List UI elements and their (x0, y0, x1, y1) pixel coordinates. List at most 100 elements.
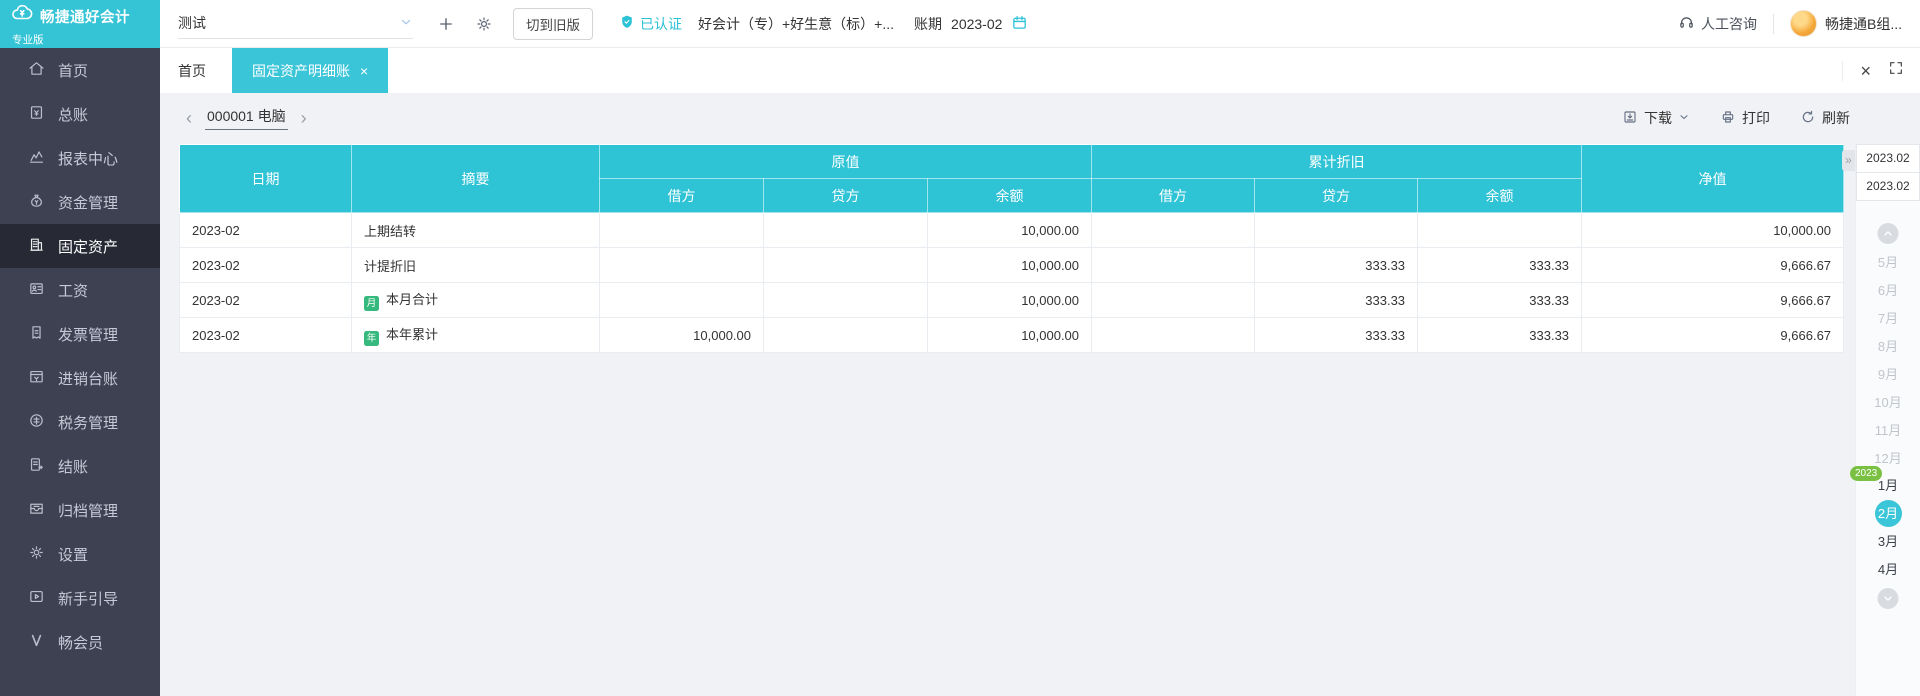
download-button[interactable]: 下载 (1622, 108, 1690, 128)
col-header-ov-debit: 借方 (599, 178, 764, 213)
cell-date: 2023-02 (179, 317, 352, 353)
certified-label: 已认证 (640, 15, 682, 32)
month-item[interactable]: 3月 (1856, 528, 1920, 556)
cell-ad-debit (1091, 317, 1256, 353)
asset-navigator: ‹ 000001 电脑 › (186, 106, 307, 130)
tab-close-icon[interactable]: × (360, 63, 368, 79)
month-item[interactable]: 11月 (1856, 417, 1920, 445)
cell-ad-balance: 333.33 (1417, 282, 1583, 318)
chart-icon (28, 148, 45, 169)
col-header-date: 日期 (179, 144, 352, 213)
sidebar-item-label: 固定资产 (58, 238, 119, 256)
col-header-summary: 摘要 (351, 144, 600, 213)
add-account-button[interactable] (437, 15, 455, 33)
fullscreen-icon[interactable] (1888, 60, 1904, 81)
support-button[interactable]: 人工咨询 (1678, 14, 1757, 34)
cell-ov-credit (763, 247, 928, 283)
month-item[interactable]: 6月 (1856, 277, 1920, 305)
table-row-month-total: 2023-02 月本月合计 10,000.00 333.33 333.33 9,… (179, 282, 1845, 318)
sidebar-item-label: 工资 (58, 282, 89, 300)
sidebar-item-member[interactable]: 畅会员 (0, 620, 160, 664)
sidebar-item-funds[interactable]: 资金管理 (0, 180, 160, 224)
content-area: ‹ 000001 电脑 › 下载 打印 刷新 日期 摘要 原值 累计折旧 净值 … (160, 93, 1920, 696)
scroll-up-icon[interactable] (1877, 223, 1899, 244)
sidebar-item-salary[interactable]: 工资 (0, 268, 160, 312)
month-item[interactable]: 8月 (1856, 333, 1920, 361)
period-value[interactable]: 2023-02 (951, 16, 1002, 32)
accounting-period: 账期 2023-02 (914, 14, 1028, 34)
sidebar-item-label: 首页 (58, 62, 89, 80)
col-header-ad-credit: 贷方 (1254, 178, 1419, 213)
cell-ov-balance: 10,000.00 (926, 282, 1093, 318)
brand-edition: 专业版 (12, 33, 44, 46)
sidebar-item-tax[interactable]: 税务管理 (0, 400, 160, 444)
cell-ad-credit: 333.33 (1254, 282, 1419, 318)
download-icon (1622, 109, 1638, 128)
next-asset-icon[interactable]: › (301, 109, 307, 127)
cell-date: 2023-02 (179, 212, 352, 248)
cell-net: 10,000.00 (1581, 212, 1845, 248)
print-button[interactable]: 打印 (1720, 108, 1770, 128)
cell-ov-credit (763, 317, 928, 353)
cell-ad-credit: 333.33 (1254, 317, 1419, 353)
sidebar-menu: 首页 总账 报表中心 资金管理 固定资产 工资 发票管理 进销台账 税务管理 结… (0, 48, 160, 664)
certified-badge[interactable]: 已认证 (619, 14, 682, 34)
switch-old-version-button[interactable]: 切到旧版 (513, 7, 593, 40)
username[interactable]: 畅捷通B组... (1825, 14, 1902, 34)
tab-fixed-asset-ledger[interactable]: 固定资产明细账 × (232, 48, 389, 93)
calendar-icon[interactable] (1011, 14, 1028, 34)
cell-ad-balance (1417, 212, 1583, 248)
cell-net: 9,666.67 (1581, 317, 1845, 353)
content-toolbar: ‹ 000001 电脑 › 下载 打印 刷新 (186, 101, 1850, 135)
summary-text: 本年累计 (386, 327, 439, 342)
account-select[interactable]: 测试 (178, 9, 413, 39)
brand-name: 畅捷通好会计 (40, 9, 130, 26)
building-icon (28, 236, 45, 257)
sidebar-item-archive[interactable]: 归档管理 (0, 488, 160, 532)
month-item[interactable]: 10月 (1856, 389, 1920, 417)
sidebar-item-home[interactable]: 首页 (0, 48, 160, 92)
printer-icon (1720, 109, 1736, 128)
sidebar-item-general-ledger[interactable]: 总账 (0, 92, 160, 136)
close-tabs-icon[interactable]: × (1860, 62, 1871, 80)
month-item[interactable]: 7月 (1856, 305, 1920, 333)
month-item[interactable]: 4月 (1856, 556, 1920, 584)
asset-name[interactable]: 000001 电脑 (205, 106, 288, 130)
sidebar-item-fixed-assets[interactable]: 固定资产 (0, 224, 160, 268)
product-bundle-label[interactable]: 好会计（专）+好生意（标）+... (698, 14, 894, 34)
refresh-icon (1800, 109, 1816, 128)
prev-asset-icon[interactable]: ‹ (186, 109, 192, 127)
brand-logo: 畅捷通好会计 专业版 (0, 0, 160, 48)
ledger-book-icon (28, 368, 45, 389)
scroll-down-icon[interactable] (1877, 588, 1899, 609)
col-group-accumulated: 累计折旧 (1091, 144, 1583, 179)
ledger-icon (28, 104, 45, 125)
year-total-icon: 年 (364, 331, 379, 346)
money-bag-icon (28, 192, 45, 213)
avatar[interactable] (1789, 10, 1817, 37)
tab-home[interactable]: 首页 (178, 48, 206, 93)
topbar-divider (1772, 13, 1774, 34)
settings-gear-button[interactable] (475, 15, 493, 33)
period-end: 2023.02 (1856, 172, 1920, 201)
cell-ad-debit (1091, 212, 1256, 248)
month-item[interactable]: 9月 (1856, 361, 1920, 389)
cell-ov-debit (599, 212, 764, 248)
sidebar-item-label: 总账 (58, 106, 89, 124)
cell-ov-balance: 10,000.00 (926, 212, 1093, 248)
month-item-active[interactable]: 2月 (1856, 500, 1920, 528)
sidebar-item-label: 设置 (58, 546, 89, 564)
refresh-button[interactable]: 刷新 (1800, 108, 1850, 128)
month-item[interactable]: 5月 (1856, 249, 1920, 277)
sidebar-item-purchase-sales[interactable]: 进销台账 (0, 356, 160, 400)
collapse-panel-icon[interactable]: » (1842, 150, 1855, 171)
sidebar-item-label: 结账 (58, 458, 89, 476)
sidebar-item-invoices[interactable]: 发票管理 (0, 312, 160, 356)
sidebar-item-guide[interactable]: 新手引导 (0, 576, 160, 620)
download-label: 下载 (1644, 110, 1672, 126)
tab-label: 固定资产明细账 (252, 62, 350, 79)
month-item[interactable]: 1月 (1856, 472, 1920, 500)
sidebar-item-settings[interactable]: 设置 (0, 532, 160, 576)
sidebar-item-report-center[interactable]: 报表中心 (0, 136, 160, 180)
sidebar-item-closing[interactable]: 结账 (0, 444, 160, 488)
